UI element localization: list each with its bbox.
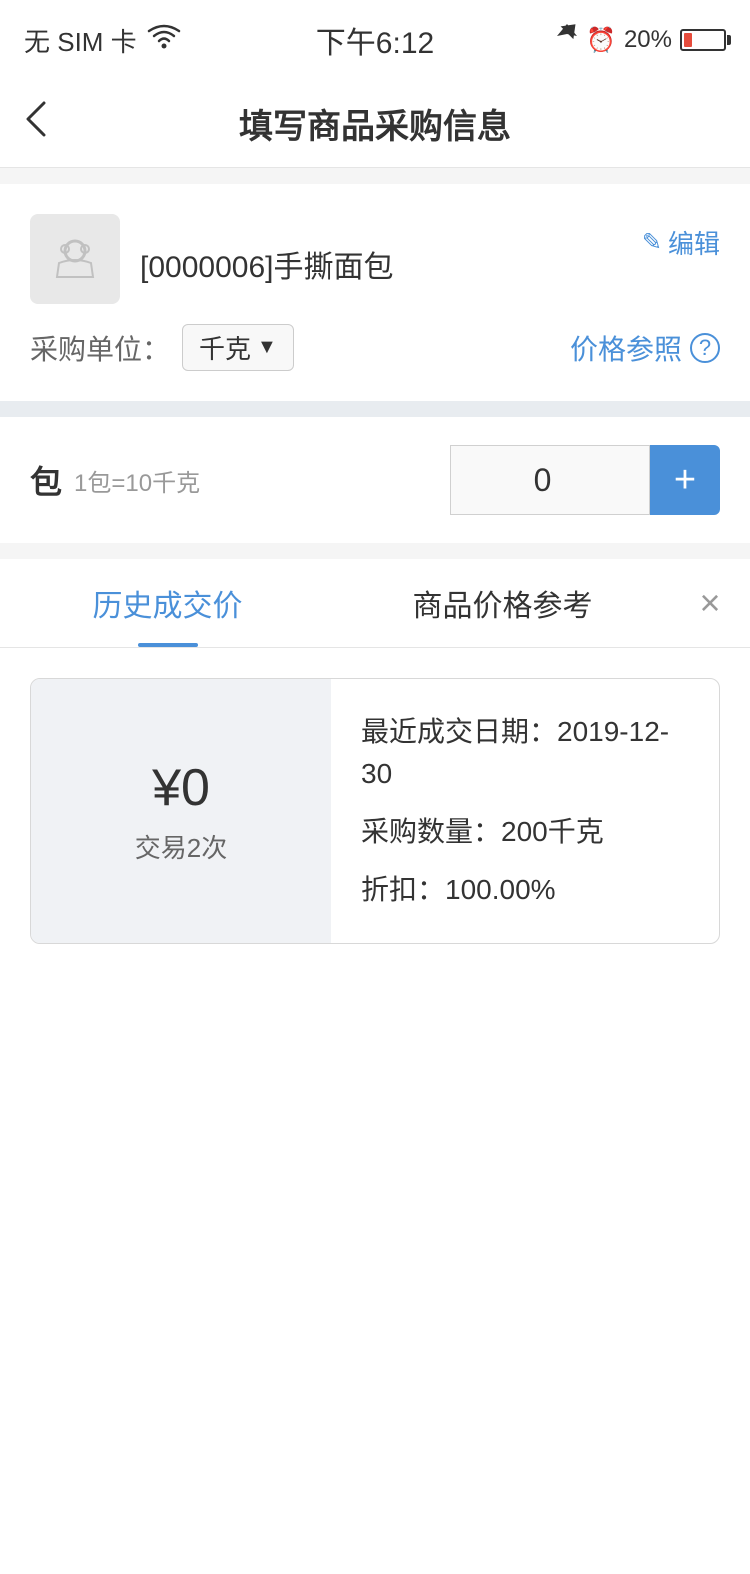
unit-tag: 包 — [30, 457, 62, 503]
price-ref-label: 价格参照 — [570, 328, 682, 368]
back-button[interactable] — [24, 99, 48, 148]
quantity-input[interactable] — [450, 445, 650, 515]
currency-symbol: ¥ — [152, 759, 181, 817]
quantity-value: 200千克 — [501, 816, 604, 847]
history-price-value: ¥0 — [152, 758, 210, 818]
unit-select[interactable]: 千克 ▼ — [182, 324, 294, 371]
status-bar: 无 SIM 卡 下午6:12 ⏰ 20% — [0, 0, 750, 80]
tabs-container: 历史成交价 商品价格参考 × — [0, 559, 750, 648]
price-number: 0 — [181, 759, 210, 817]
battery-percent: 20% — [624, 26, 672, 54]
battery-icon — [680, 29, 726, 51]
discount-value: 100.00% — [445, 874, 556, 905]
history-price-section: ¥0 交易2次 — [31, 679, 331, 943]
tab-price-ref-label: 商品价格参考 — [413, 581, 593, 625]
tab-close-button[interactable]: × — [670, 559, 750, 647]
product-card: [0000006]手撕面包 ✎ 编辑 采购单位： 千克 ▼ 价格参照 ? — [0, 184, 750, 401]
product-name: [0000006]手撕面包 — [140, 242, 393, 286]
quantity-plus-button[interactable]: + — [650, 445, 720, 515]
bottom-space — [0, 974, 750, 1574]
tab-active-indicator — [138, 643, 198, 647]
status-right: ⏰ 20% — [556, 23, 726, 58]
nav-bar: 填写商品采购信息 — [0, 80, 750, 168]
tabs-header: 历史成交价 商品价格参考 × — [0, 559, 750, 647]
quantity-input-group: + — [450, 445, 720, 515]
page-title: 填写商品采购信息 — [239, 99, 511, 148]
history-content: ¥0 交易2次 最近成交日期：2019-12-30 采购数量：200千克 折扣：… — [0, 648, 750, 974]
trade-count: 交易2次 — [135, 828, 227, 865]
wifi-icon — [147, 24, 181, 57]
quantity-row: 包 1包=10千克 + — [0, 417, 750, 543]
tab-history-price[interactable]: 历史成交价 — [0, 559, 335, 647]
price-ref-help-icon: ? — [690, 333, 720, 363]
product-left: [0000006]手撕面包 — [30, 214, 393, 304]
dropdown-arrow-icon: ▼ — [257, 336, 277, 359]
alarm-icon: ⏰ — [586, 26, 616, 55]
quantity-label: 采购数量： — [361, 816, 501, 847]
location-icon — [556, 23, 578, 58]
date-label: 最近成交日期： — [361, 716, 557, 747]
product-footer: 采购单位： 千克 ▼ 价格参照 ? — [30, 324, 720, 371]
history-details-section: 最近成交日期：2019-12-30 采购数量：200千克 折扣：100.00% — [331, 679, 719, 943]
discount-label: 折扣： — [361, 874, 445, 905]
unit-label: 采购单位： — [30, 328, 170, 368]
recent-trade-date-row: 最近成交日期：2019-12-30 — [361, 711, 689, 795]
unit-conversion: 1包=10千克 — [74, 463, 200, 498]
section-divider — [0, 401, 750, 417]
tab-price-ref[interactable]: 商品价格参考 — [335, 559, 670, 647]
price-ref-button[interactable]: 价格参照 ? — [570, 328, 720, 368]
history-card: ¥0 交易2次 最近成交日期：2019-12-30 采购数量：200千克 折扣：… — [30, 678, 720, 944]
edit-icon: ✎ — [642, 228, 662, 257]
purchase-quantity-row: 采购数量：200千克 — [361, 811, 689, 853]
product-header: [0000006]手撕面包 ✎ 编辑 — [30, 214, 720, 304]
edit-button[interactable]: ✎ 编辑 — [642, 224, 720, 261]
discount-row: 折扣：100.00% — [361, 869, 689, 911]
status-left: 无 SIM 卡 — [24, 22, 181, 59]
status-time: 下午6:12 — [316, 18, 434, 62]
quantity-label: 包 1包=10千克 — [30, 457, 200, 503]
product-thumbnail — [30, 214, 120, 304]
carrier-text: 无 SIM 卡 — [24, 22, 137, 59]
unit-value: 千克 — [199, 329, 251, 366]
tab-history-label: 历史成交价 — [93, 581, 243, 625]
unit-row: 采购单位： 千克 ▼ — [30, 324, 294, 371]
